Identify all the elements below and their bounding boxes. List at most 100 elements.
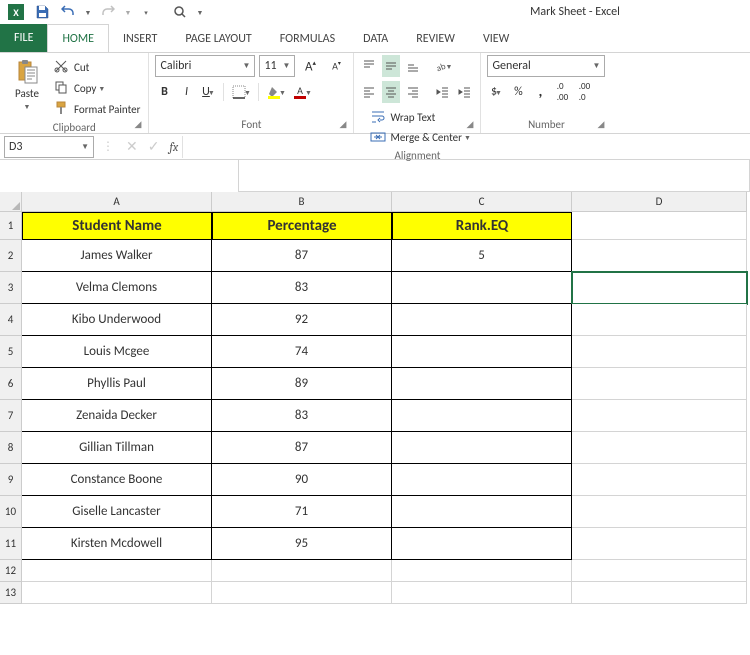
cell-B4[interactable]: 92 <box>212 304 392 336</box>
cell-A2[interactable]: James Walker <box>22 240 212 272</box>
cell-B3[interactable]: 83 <box>212 272 392 304</box>
col-header-C[interactable]: C <box>392 192 572 212</box>
cell-D3[interactable] <box>572 272 747 304</box>
redo-icon[interactable] <box>98 2 118 22</box>
cell-D13[interactable] <box>572 582 747 604</box>
cell-C2[interactable]: 5 <box>392 240 572 272</box>
underline-dropdown-icon[interactable]: ▼ <box>208 88 215 97</box>
merge-center-button[interactable]: Merge & Center ▼ <box>368 127 472 147</box>
borders-dropdown-icon[interactable]: ▼ <box>244 88 251 97</box>
undo-dropdown-icon[interactable]: ▼ <box>84 2 92 22</box>
row-header-11[interactable]: 11 <box>0 528 22 560</box>
number-launcher-icon[interactable]: ◢ <box>597 119 609 131</box>
tab-data[interactable]: DATA <box>349 24 402 52</box>
save-icon[interactable] <box>32 2 52 22</box>
redo-dropdown-icon[interactable]: ▼ <box>124 2 132 22</box>
format-painter-button[interactable]: Format Painter <box>52 99 142 119</box>
comma-format-button[interactable]: , <box>531 81 549 103</box>
orientation-dropdown-icon[interactable]: ▼ <box>446 62 453 71</box>
copy-button[interactable]: Copy ▼ <box>52 78 142 98</box>
cell-C1[interactable]: Rank.EQ <box>392 212 572 240</box>
row-header-9[interactable]: 9 <box>0 464 22 496</box>
select-all-corner[interactable] <box>0 192 22 212</box>
row-header-7[interactable]: 7 <box>0 400 22 432</box>
cancel-icon[interactable]: ✕ <box>126 138 138 155</box>
cell-B9[interactable]: 90 <box>212 464 392 496</box>
tab-home[interactable]: HOME <box>47 24 109 52</box>
cell-D1[interactable] <box>572 212 747 240</box>
borders-button[interactable]: ▼ <box>230 81 252 103</box>
cell-B5[interactable]: 74 <box>212 336 392 368</box>
cell-C9[interactable] <box>392 464 572 496</box>
row-header-6[interactable]: 6 <box>0 368 22 400</box>
align-bottom-button[interactable] <box>404 55 422 77</box>
increase-decimal-button[interactable]: .0.00 <box>553 81 571 103</box>
align-middle-button[interactable] <box>382 55 400 77</box>
cell-C8[interactable] <box>392 432 572 464</box>
cell-A10[interactable]: Giselle Lancaster <box>22 496 212 528</box>
number-format-combo[interactable]: General▼ <box>487 55 605 77</box>
increase-indent-button[interactable] <box>456 81 474 103</box>
font-color-button[interactable]: A▼ <box>291 81 313 103</box>
cell-C5[interactable] <box>392 336 572 368</box>
wrap-text-button[interactable]: Wrap Text <box>368 107 437 127</box>
row-header-1[interactable]: 1 <box>0 212 22 240</box>
cut-button[interactable]: Cut <box>52 57 142 77</box>
cell-D11[interactable] <box>572 528 747 560</box>
cell-C7[interactable] <box>392 400 572 432</box>
cell-D12[interactable] <box>572 560 747 582</box>
paste-button[interactable]: Paste ▼ <box>6 55 48 111</box>
cell-C10[interactable] <box>392 496 572 528</box>
print-preview-dropdown-icon[interactable]: ▼ <box>196 2 204 22</box>
decrease-decimal-button[interactable]: .00.0 <box>575 81 593 103</box>
row-header-3[interactable]: 3 <box>0 272 22 304</box>
decrease-indent-button[interactable] <box>434 81 452 103</box>
font-color-dropdown-icon[interactable]: ▼ <box>305 88 312 97</box>
align-top-button[interactable] <box>360 55 378 77</box>
cell-A6[interactable]: Phyllis Paul <box>22 368 212 400</box>
row-header-12[interactable]: 12 <box>0 560 22 582</box>
cell-B11[interactable]: 95 <box>212 528 392 560</box>
cell-D2[interactable] <box>572 240 747 272</box>
font-size-combo[interactable]: 11▼ <box>259 55 295 77</box>
align-right-button[interactable] <box>404 81 422 103</box>
fill-color-button[interactable]: ▼ <box>265 81 287 103</box>
cell-D8[interactable] <box>572 432 747 464</box>
cell-C3[interactable] <box>392 272 572 304</box>
row-header-13[interactable]: 13 <box>0 582 22 604</box>
copy-dropdown-icon[interactable]: ▼ <box>98 84 105 93</box>
alignment-launcher-icon[interactable]: ◢ <box>466 119 478 131</box>
cell-C11[interactable] <box>392 528 572 560</box>
underline-button[interactable]: U▼ <box>199 81 217 103</box>
qat-customize-icon[interactable]: ▾ <box>142 2 150 22</box>
row-header-5[interactable]: 5 <box>0 336 22 368</box>
cell-B6[interactable]: 89 <box>212 368 392 400</box>
cell-C6[interactable] <box>392 368 572 400</box>
cell-A1[interactable]: Student Name <box>22 212 212 240</box>
cell-A11[interactable]: Kirsten Mcdowell <box>22 528 212 560</box>
cell-C13[interactable] <box>392 582 572 604</box>
cell-D9[interactable] <box>572 464 747 496</box>
col-header-A[interactable]: A <box>22 192 212 212</box>
cell-A9[interactable]: Constance Boone <box>22 464 212 496</box>
cell-B8[interactable]: 87 <box>212 432 392 464</box>
tab-page-layout[interactable]: PAGE LAYOUT <box>171 24 265 52</box>
cell-A13[interactable] <box>22 582 212 604</box>
undo-icon[interactable] <box>58 2 78 22</box>
cell-A7[interactable]: Zenaida Decker <box>22 400 212 432</box>
increase-font-button[interactable]: A▴ <box>299 55 321 77</box>
cell-D5[interactable] <box>572 336 747 368</box>
cell-A4[interactable]: Kibo Underwood <box>22 304 212 336</box>
cell-A8[interactable]: Gillian Tillman <box>22 432 212 464</box>
tab-review[interactable]: REVIEW <box>402 24 469 52</box>
align-center-button[interactable] <box>382 81 400 103</box>
accounting-dropdown-icon[interactable]: ▼ <box>495 88 502 97</box>
accounting-format-button[interactable]: $▼ <box>487 81 505 103</box>
cell-D10[interactable] <box>572 496 747 528</box>
cell-A5[interactable]: Louis Mcgee <box>22 336 212 368</box>
cell-A12[interactable] <box>22 560 212 582</box>
cell-A3[interactable]: Velma Clemons <box>22 272 212 304</box>
cell-C4[interactable] <box>392 304 572 336</box>
cell-B13[interactable] <box>212 582 392 604</box>
orientation-button[interactable]: ab▼ <box>434 55 452 77</box>
